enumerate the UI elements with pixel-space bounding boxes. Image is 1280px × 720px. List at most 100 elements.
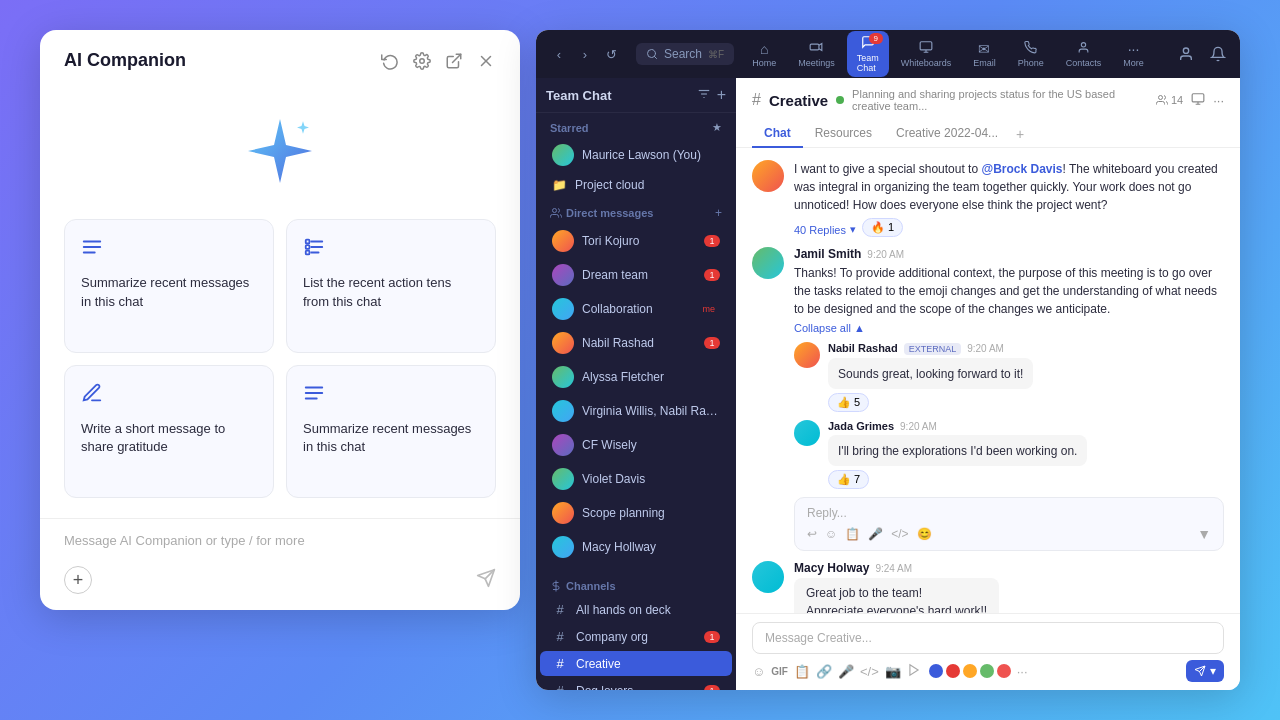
ai-card-write-gratitude[interactable]: Write a short message to share gratitude <box>64 365 274 499</box>
home-icon: ⌂ <box>760 41 768 57</box>
nabil-thumbs-reaction[interactable]: 👍 5 <box>828 393 869 412</box>
nav-contacts[interactable]: Contacts <box>1056 37 1112 72</box>
sidebar-dm-virginia[interactable]: Virginia Willis, Nabil Rash... <box>540 395 732 427</box>
pink-color-tool[interactable] <box>997 664 1011 678</box>
reply-format-icon[interactable]: ☺ <box>825 527 837 541</box>
sidebar-dm-macy[interactable]: Macy Hollway <box>540 531 732 563</box>
svg-line-19 <box>654 56 656 58</box>
collapse-all-link[interactable]: Collapse all ▲ <box>794 322 1224 334</box>
nav-phone[interactable]: Phone <box>1008 37 1054 72</box>
tori-badge: 1 <box>704 235 720 247</box>
send-button[interactable]: ▾ <box>1186 660 1224 682</box>
camera-tool[interactable]: 📷 <box>885 664 901 679</box>
settings-icon[interactable] <box>412 51 432 71</box>
svg-rect-21 <box>920 42 932 50</box>
jada-reply-avatar <box>794 420 820 446</box>
add-chat-icon[interactable]: + <box>717 86 726 104</box>
topbar-search-box[interactable]: Search ⌘F <box>636 43 734 65</box>
audio-tool[interactable]: 🎤 <box>838 664 854 679</box>
sidebar-dm-cf[interactable]: CF Wisely <box>540 429 732 461</box>
channel-name: Creative <box>769 92 828 109</box>
red-color-tool[interactable] <box>946 664 960 678</box>
sidebar-channel-dog-lovers[interactable]: # Dog lovers 1 <box>540 678 732 690</box>
search-shortcut: ⌘F <box>708 49 724 60</box>
reply-send-icon[interactable]: ▼ <box>1197 526 1211 542</box>
fire-reaction[interactable]: 🔥 1 <box>862 218 903 237</box>
ai-add-button[interactable]: + <box>64 566 92 594</box>
nav-whiteboards[interactable]: Whiteboards <box>891 36 962 72</box>
profile-icon[interactable] <box>1174 42 1198 66</box>
nav-home[interactable]: ⌂ Home <box>742 37 786 72</box>
share-screen-tool[interactable] <box>907 663 921 680</box>
emoji-tool[interactable]: ☺ <box>752 664 765 679</box>
nav-team-chat[interactable]: 9 Team Chat <box>847 31 889 77</box>
tab-creative[interactable]: Creative 2022-04... <box>884 120 1010 148</box>
ai-send-icon[interactable] <box>476 568 496 592</box>
sidebar-dm-nabil[interactable]: Nabil Rashad 1 <box>540 327 732 359</box>
nav-email[interactable]: ✉ Email <box>963 37 1006 72</box>
replies-link[interactable]: 40 Replies ▾ <box>794 222 856 237</box>
grid-icon[interactable] <box>1238 42 1240 66</box>
tori-avatar <box>552 230 574 252</box>
sidebar-channel-all-hands[interactable]: # All hands on deck <box>540 597 732 622</box>
sidebar-dm-label-cf: CF Wisely <box>582 438 720 452</box>
sidebar-dm-scope[interactable]: Scope planning <box>540 497 732 529</box>
nav-phone-label: Phone <box>1018 58 1044 68</box>
external-link-icon[interactable] <box>444 51 464 71</box>
sidebar-channel-company-org[interactable]: # Company org 1 <box>540 624 732 649</box>
ai-card-action-items[interactable]: List the recent action tens from this ch… <box>286 219 496 353</box>
link-tool[interactable]: 🔗 <box>816 664 832 679</box>
history-icon[interactable] <box>380 51 400 71</box>
code-tool[interactable]: </> <box>860 664 879 679</box>
back-button[interactable]: ‹ <box>548 43 570 65</box>
reply-code-icon[interactable]: </> <box>891 527 908 541</box>
sidebar-item-maurice[interactable]: Maurice Lawson (You) <box>540 139 732 171</box>
forward-button[interactable]: › <box>574 43 596 65</box>
tab-resources[interactable]: Resources <box>803 120 884 148</box>
filter-icon[interactable] <box>697 87 711 104</box>
gif-tool[interactable]: GIF <box>771 666 788 677</box>
more-options-icon[interactable]: ··· <box>1213 93 1224 108</box>
dream-badge: 1 <box>704 269 720 281</box>
screen-share-icon[interactable] <box>1191 92 1205 109</box>
blue-color-tool[interactable] <box>929 664 943 678</box>
app-body: Team Chat + Starred ★ Maurice Lawson (Yo… <box>536 78 1240 690</box>
sidebar-item-project-cloud[interactable]: 📁 Project cloud <box>540 173 732 197</box>
hash-icon: # <box>552 602 568 617</box>
starred-expand-icon[interactable]: ★ <box>712 121 722 134</box>
folder-icon: 📁 <box>552 178 567 192</box>
nabil-badge: 1 <box>704 337 720 349</box>
reply-emoji-icon[interactable]: ↩ <box>807 527 817 541</box>
nav-more[interactable]: ··· More <box>1113 37 1154 72</box>
ai-card-summarize2[interactable]: Summarize recent messages in this chat <box>286 365 496 499</box>
sidebar-dm-dream-team[interactable]: Dream team 1 <box>540 259 732 291</box>
tab-chat[interactable]: Chat <box>752 120 803 148</box>
sidebar-dm-label-dream: Dream team <box>582 268 696 282</box>
reply-sticker-icon[interactable]: 😊 <box>917 527 932 541</box>
close-icon[interactable] <box>476 51 496 71</box>
sidebar-item-label-maurice: Maurice Lawson (You) <box>582 148 720 162</box>
notifications-icon[interactable] <box>1206 42 1230 66</box>
jada-thumbs-reaction[interactable]: 👍 7 <box>828 470 869 489</box>
sidebar-dm-alyssa[interactable]: Alyssa Fletcher <box>540 361 732 393</box>
ai-card-summarize1[interactable]: Summarize recent messages in this chat <box>64 219 274 353</box>
green-color-tool[interactable] <box>980 664 994 678</box>
jada-reply-text: I'll bring the explorations I'd been wor… <box>838 444 1077 458</box>
more-tools[interactable]: ··· <box>1017 664 1028 679</box>
sidebar-channel-creative[interactable]: # Creative <box>540 651 732 676</box>
sidebar-dm-label-tori: Tori Kojuro <box>582 234 696 248</box>
macy-avatar <box>552 536 574 558</box>
sidebar-dm-violet[interactable]: Violet Davis <box>540 463 732 495</box>
chat-input-box[interactable]: Message Creative... <box>752 622 1224 654</box>
sidebar-dm-tori[interactable]: Tori Kojuro 1 <box>540 225 732 257</box>
nav-meetings[interactable]: Meetings <box>788 36 845 72</box>
orange-color-tool[interactable] <box>963 664 977 678</box>
clipboard-tool[interactable]: 📋 <box>794 664 810 679</box>
history-back-icon[interactable]: ↺ <box>600 43 622 65</box>
main-container: AI Companion <box>40 30 1240 690</box>
add-tab-button[interactable]: + <box>1010 126 1030 142</box>
reply-audio-icon[interactable]: 🎤 <box>868 527 883 541</box>
add-dm-icon[interactable]: + <box>715 206 722 220</box>
reply-attach-icon[interactable]: 📋 <box>845 527 860 541</box>
sidebar-dm-collaboration[interactable]: Collaboration me <box>540 293 732 325</box>
